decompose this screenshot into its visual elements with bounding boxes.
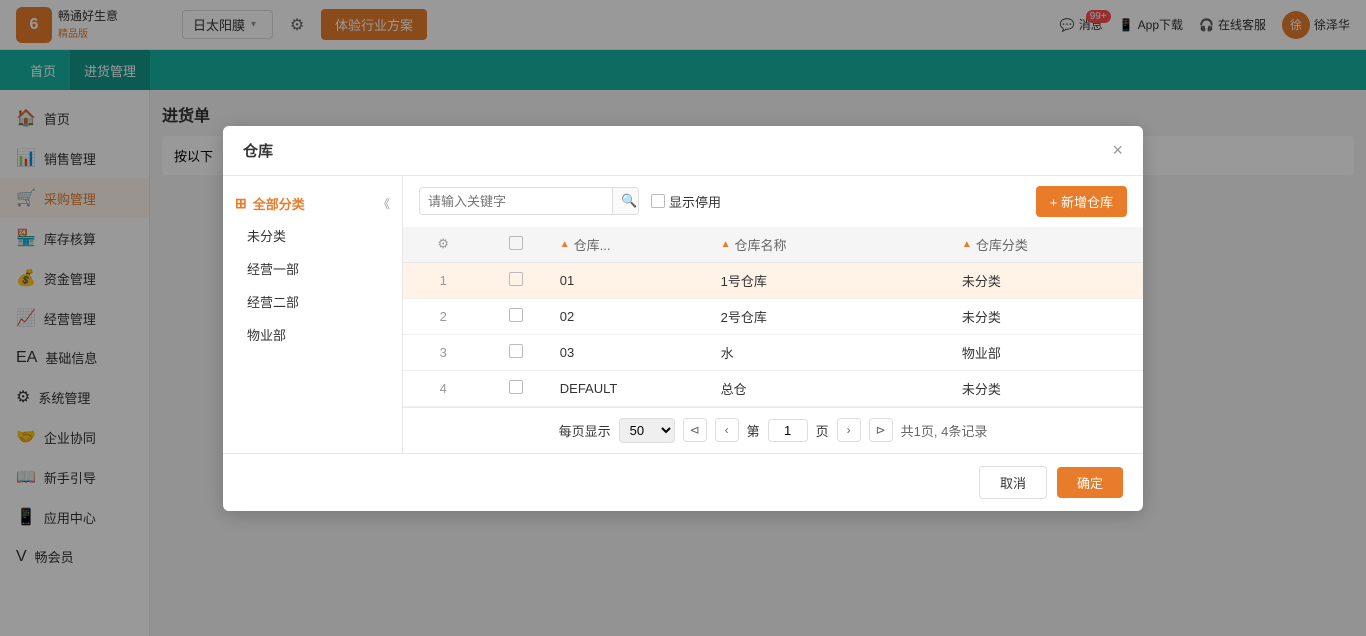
per-page-select[interactable]: 50 100 200: [619, 418, 675, 443]
col-label-category: 仓库分类: [976, 235, 1028, 254]
table-row[interactable]: 1 01 1号仓库 未分类: [403, 262, 1143, 298]
page-unit: 页: [816, 421, 829, 440]
sort-icon-cat: ▲: [962, 239, 972, 250]
cell-check[interactable]: [483, 334, 547, 370]
table-toolbar: 🔍 显示停用 + 新增仓库: [403, 176, 1143, 227]
first-page-button[interactable]: ⊲: [683, 418, 707, 442]
search-box: 🔍: [419, 187, 639, 215]
cell-num: 4: [403, 370, 483, 406]
header-checkbox[interactable]: [509, 236, 523, 250]
cell-category: 物业部: [950, 334, 1143, 370]
cat-item-unclassified[interactable]: 未分类: [223, 219, 402, 252]
table-panel: 🔍 显示停用 + 新增仓库: [403, 176, 1143, 453]
cell-category: 未分类: [950, 370, 1143, 406]
cell-check[interactable]: [483, 262, 547, 298]
page-number-input[interactable]: [768, 419, 808, 442]
modal-footer: 取消 确定: [223, 453, 1143, 511]
cell-code: 03: [548, 334, 709, 370]
show-disabled-checkbox[interactable]: 显示停用: [651, 192, 721, 211]
cell-code: 01: [548, 262, 709, 298]
cell-code: DEFAULT: [548, 370, 709, 406]
cell-category: 未分类: [950, 298, 1143, 334]
page-label: 第: [747, 421, 760, 440]
confirm-button[interactable]: 确定: [1057, 467, 1123, 498]
cancel-button[interactable]: 取消: [979, 466, 1047, 499]
modal-header: 仓库 ×: [223, 126, 1143, 176]
row-checkbox[interactable]: [509, 380, 523, 394]
sort-icon-code: ▲: [560, 239, 570, 250]
last-page-button[interactable]: ⊳: [869, 418, 893, 442]
search-icon[interactable]: 🔍: [612, 188, 639, 214]
cell-name: 水: [709, 334, 950, 370]
cell-name: 1号仓库: [709, 262, 950, 298]
cell-category: 未分类: [950, 262, 1143, 298]
cell-num: 3: [403, 334, 483, 370]
th-category: ▲ 仓库分类: [950, 227, 1143, 263]
th-check: [483, 227, 547, 263]
sort-icon-name: ▲: [721, 239, 731, 250]
modal-overlay: 仓库 × ⊞ 全部分类 《 未分类 经营一部 经营二部 物业部: [0, 0, 1366, 636]
per-page-label: 每页显示: [559, 421, 611, 440]
category-all-label: 全部分类: [253, 194, 305, 213]
modal-close-button[interactable]: ×: [1112, 140, 1123, 161]
table-row[interactable]: 3 03 水 物业部: [403, 334, 1143, 370]
row-checkbox[interactable]: [509, 308, 523, 322]
th-code: ▲ 仓库...: [548, 227, 709, 263]
row-checkbox[interactable]: [509, 272, 523, 286]
cell-name: 2号仓库: [709, 298, 950, 334]
col-label-name: 仓库名称: [735, 235, 787, 254]
cell-check[interactable]: [483, 370, 547, 406]
cell-code: 02: [548, 298, 709, 334]
prev-page-button[interactable]: ‹: [715, 418, 739, 442]
pagination-bar: 每页显示 50 100 200 ⊲ ‹ 第 页 › ⊳ 共1页, 4条记录: [403, 407, 1143, 453]
cell-check[interactable]: [483, 298, 547, 334]
cell-num: 1: [403, 262, 483, 298]
cat-item-property[interactable]: 物业部: [223, 318, 402, 351]
col-label-code: 仓库...: [574, 235, 611, 254]
add-warehouse-button[interactable]: + 新增仓库: [1036, 186, 1127, 217]
th-gear: ⚙: [403, 227, 483, 263]
data-table: ⚙ ▲ 仓库...: [403, 227, 1143, 407]
warehouse-table: ⚙ ▲ 仓库...: [403, 227, 1143, 407]
row-checkbox[interactable]: [509, 344, 523, 358]
cell-num: 2: [403, 298, 483, 334]
table-row[interactable]: 4 DEFAULT 总仓 未分类: [403, 370, 1143, 406]
next-page-button[interactable]: ›: [837, 418, 861, 442]
grid-icon: ⊞: [235, 195, 247, 212]
cell-name: 总仓: [709, 370, 950, 406]
modal-body: ⊞ 全部分类 《 未分类 经营一部 经营二部 物业部 🔍: [223, 176, 1143, 453]
show-disabled-label: 显示停用: [669, 192, 721, 211]
total-info: 共1页, 4条记录: [901, 421, 988, 440]
warehouse-modal: 仓库 × ⊞ 全部分类 《 未分类 经营一部 经营二部 物业部: [223, 126, 1143, 511]
th-name: ▲ 仓库名称: [709, 227, 950, 263]
category-collapse-button[interactable]: 《: [378, 195, 390, 212]
category-header[interactable]: ⊞ 全部分类 《: [223, 188, 402, 219]
search-input[interactable]: [420, 189, 612, 214]
table-row[interactable]: 2 02 2号仓库 未分类: [403, 298, 1143, 334]
checkbox-icon: [651, 194, 665, 208]
table-header-row: ⚙ ▲ 仓库...: [403, 227, 1143, 263]
table-body: 1 01 1号仓库 未分类 2 02 2号仓库 未分类 3 03 水 物业部 4…: [403, 262, 1143, 406]
cat-item-ops2[interactable]: 经营二部: [223, 285, 402, 318]
modal-title: 仓库: [243, 140, 273, 161]
category-panel: ⊞ 全部分类 《 未分类 经营一部 经营二部 物业部: [223, 176, 403, 453]
cat-item-ops1[interactable]: 经营一部: [223, 252, 402, 285]
gear-icon: ⚙: [437, 236, 449, 251]
